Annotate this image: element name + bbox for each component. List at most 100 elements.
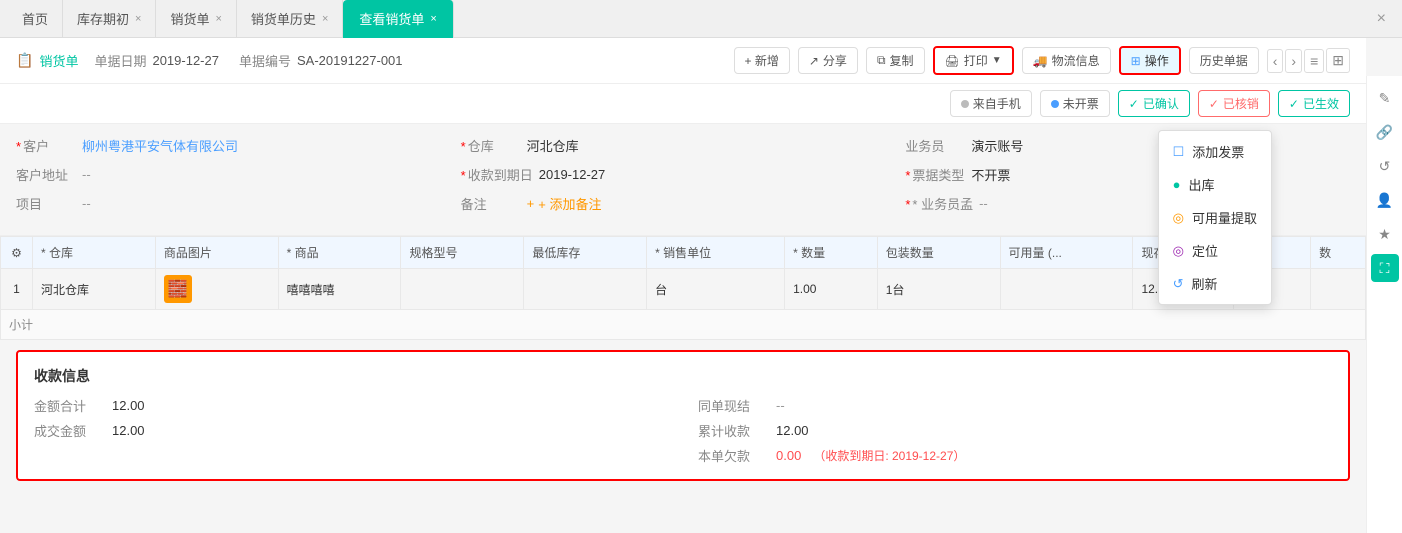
- product-img-icon: 🧱: [168, 279, 188, 299]
- payment-info-grid: 金额合计 12.00 同单现结 -- 成交金额 12.00 累计收款 12.00: [34, 396, 1332, 465]
- cumulative-label: 累计收款: [698, 421, 768, 440]
- payment-info-section: 收款信息 金额合计 12.00 同单现结 -- 成交金额 12.00: [16, 350, 1350, 481]
- col-quantity: * 数量: [785, 237, 878, 269]
- col-sales-unit: * 销售单位: [647, 237, 785, 269]
- locate-label: 定位: [1192, 241, 1218, 260]
- effect-btn[interactable]: ✓ 已生效: [1278, 90, 1350, 117]
- add-invoice-label: 添加发票: [1192, 142, 1244, 161]
- confirm-btn[interactable]: ✓ 已确认: [1118, 90, 1190, 117]
- list-view-btn[interactable]: ≡: [1304, 49, 1324, 73]
- grid-view-btn[interactable]: ⊞: [1326, 48, 1350, 73]
- dropdown-refresh[interactable]: ↺ 刷新: [1159, 267, 1271, 300]
- owed-label: 本单欠款: [698, 446, 768, 465]
- col-warehouse: * 仓库: [33, 237, 156, 269]
- tab-close-sales-history[interactable]: ×: [322, 13, 328, 25]
- sidebar-refresh-btn[interactable]: ↺: [1371, 152, 1399, 180]
- owed-row: 本单欠款 0.00 （收款到期日: 2019-12-27）: [698, 446, 1332, 465]
- sold-icon: ✓: [1209, 97, 1219, 111]
- tab-inventory[interactable]: 库存期初 ×: [63, 0, 156, 38]
- project-field: 项目 --: [16, 194, 461, 213]
- available-qty-label: 可用量提取: [1192, 208, 1257, 227]
- sidebar-fullscreen-btn[interactable]: ⛶: [1371, 254, 1399, 282]
- salesperson-field: * 业务员孟 --: [905, 194, 1350, 213]
- row-min-stock: [524, 269, 647, 310]
- dropdown-available-qty[interactable]: ◎ 可用量提取: [1159, 201, 1271, 234]
- refresh-label: 刷新: [1192, 274, 1218, 293]
- doc-icon: 📋: [16, 52, 33, 69]
- col-available: 可用量 (...: [1000, 237, 1133, 269]
- share-icon: ↗: [809, 54, 819, 68]
- tab-home[interactable]: 首页: [8, 0, 63, 38]
- tab-close-inventory[interactable]: ×: [135, 13, 141, 25]
- share-btn[interactable]: ↗ 分享: [798, 47, 858, 74]
- customer-label: 客户: [16, 136, 76, 155]
- print-dropdown-icon: ▼: [992, 55, 1002, 66]
- col-gear[interactable]: ⚙: [1, 237, 33, 269]
- right-sidebar: ✎ 🔗 ↺ 👤 ★ ⛶: [1366, 76, 1402, 533]
- staff-label: 业务员: [905, 136, 965, 155]
- sold-btn[interactable]: ✓ 已核销: [1198, 90, 1270, 117]
- copy-icon: ⧉: [877, 53, 886, 68]
- address-label: 客户地址: [16, 165, 76, 184]
- address-field: 客户地址 --: [16, 165, 461, 184]
- next-btn[interactable]: ›: [1285, 49, 1302, 73]
- row-available: [1000, 269, 1133, 310]
- add-note-icon: +: [527, 196, 535, 211]
- action-row: 来自手机 未开票 ✓ 已确认 ✓ 已核销 ✓ 已生效: [0, 84, 1366, 124]
- not-open-dot: [1051, 100, 1059, 108]
- prev-btn[interactable]: ‹: [1267, 49, 1284, 73]
- form-row-1: 客户 柳州粤港平安气体有限公司 仓库 河北仓库 业务员 演示账号: [16, 136, 1350, 155]
- col-min-stock: 最低库存: [524, 237, 647, 269]
- doc-date-label: 单据日期: [94, 51, 146, 70]
- salesperson-value: --: [979, 196, 988, 211]
- confirm-icon: ✓: [1129, 97, 1139, 111]
- doc-meta: 单据日期 2019-12-27 单据编号 SA-20191227-001: [94, 51, 717, 70]
- sidebar-edit-btn[interactable]: ✎: [1371, 84, 1399, 112]
- outbound-label: 出库: [1189, 175, 1215, 194]
- sidebar-user-btn[interactable]: 👤: [1371, 186, 1399, 214]
- sidebar-star-btn[interactable]: ★: [1371, 220, 1399, 248]
- print-btn[interactable]: 🖨 打印 ▼: [933, 46, 1014, 75]
- tab-sales[interactable]: 销货单 ×: [156, 0, 236, 38]
- row-sales-unit: 台: [647, 269, 785, 310]
- not-open-btn[interactable]: 未开票: [1040, 90, 1110, 117]
- row-more: [1311, 269, 1366, 310]
- warehouse-value: 河北仓库: [527, 136, 579, 155]
- doc-number-value: SA-20191227-001: [297, 53, 403, 68]
- tab-view-sales[interactable]: 查看销货单 ×: [343, 0, 453, 38]
- logistics-btn[interactable]: 🚚 物流信息: [1022, 47, 1111, 74]
- cumulative-value: 12.00: [776, 423, 809, 438]
- doc-date-field: 单据日期 2019-12-27: [94, 51, 219, 70]
- window-close-btn[interactable]: ×: [1369, 10, 1394, 28]
- history-btn[interactable]: 历史单据: [1189, 47, 1259, 74]
- col-product-img: 商品图片: [155, 237, 278, 269]
- amount-label: 金额合计: [34, 396, 104, 415]
- ops-btn[interactable]: ⊞ 操作: [1119, 46, 1181, 75]
- new-btn[interactable]: + 新增: [734, 47, 790, 74]
- dropdown-outbound[interactable]: ● 出库: [1159, 168, 1271, 201]
- tab-close-view-sales[interactable]: ×: [430, 13, 436, 25]
- payment-date-value: 2019-12-27: [539, 167, 606, 182]
- refresh-icon: ↺: [1173, 276, 1184, 292]
- print-icon: 🖨: [945, 54, 960, 68]
- sidebar-link-btn[interactable]: 🔗: [1371, 118, 1399, 146]
- dropdown-add-invoice[interactable]: ☐ 添加发票: [1159, 135, 1271, 168]
- amount-row: 金额合计 12.00: [34, 396, 668, 415]
- copy-btn[interactable]: ⧉ 复制: [866, 47, 925, 74]
- customer-value[interactable]: 柳州粤港平安气体有限公司: [82, 136, 238, 155]
- nav-controls: ‹ › ≡ ⊞: [1267, 48, 1350, 73]
- subtotal-label: 小计: [1, 310, 1366, 340]
- owed-note: （收款到期日: 2019-12-27）: [813, 447, 965, 464]
- dropdown-locate[interactable]: ◎ 定位: [1159, 234, 1271, 267]
- staff-value: 演示账号: [971, 136, 1023, 155]
- tab-close-sales[interactable]: ×: [215, 13, 221, 25]
- row-quantity: 1.00: [785, 269, 878, 310]
- payment-date-field: 收款到期日 2019-12-27: [461, 165, 906, 184]
- add-note-btn[interactable]: + + 添加备注: [527, 194, 602, 213]
- tab-sales-history[interactable]: 销货单历史 ×: [237, 0, 343, 38]
- ticket-type-field: 票据类型 不开票: [905, 165, 1350, 184]
- phone-btn[interactable]: 来自手机: [950, 90, 1032, 117]
- warehouse-label: 仓库: [461, 136, 521, 155]
- col-product: * 商品: [278, 237, 401, 269]
- transaction-label: 成交金额: [34, 421, 104, 440]
